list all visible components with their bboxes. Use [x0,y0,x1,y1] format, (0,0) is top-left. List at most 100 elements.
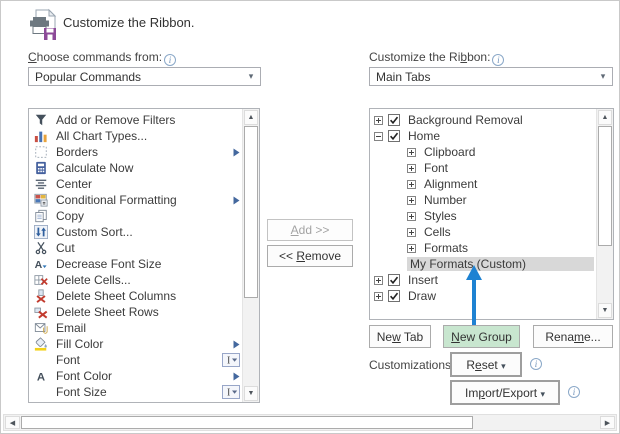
add-button[interactable]: Add >> [267,219,353,241]
expand-plus-icon[interactable] [374,292,383,301]
email-icon [33,321,49,335]
expand-plus-icon[interactable] [407,164,416,173]
command-list-item[interactable]: Delete Cells... [29,272,242,288]
customize-ribbon-dropdown[interactable]: Main Tabs ▾ [369,67,613,86]
command-list-item[interactable]: Delete Sheet Columns [29,288,242,304]
checkbox[interactable] [388,114,400,126]
command-list-item[interactable]: Add or Remove Filters [29,112,242,128]
scrollbar-thumb[interactable] [598,126,612,246]
command-list-item[interactable]: Center [29,176,242,192]
expand-plus-icon[interactable] [374,276,383,285]
info-icon[interactable]: i [164,54,176,66]
expand-plus-icon[interactable] [374,116,383,125]
checkbox[interactable] [388,290,400,302]
commands-scrollbar[interactable]: ▲ ▼ [242,109,259,402]
command-list-item[interactable]: Email [29,320,242,336]
command-list-item[interactable]: Fill Color [29,336,242,352]
command-label: Custom Sort... [56,225,242,239]
commands-listbox: Add or Remove FiltersAll Chart Types...B… [28,108,260,403]
combo-box-icon[interactable]: I [222,353,240,367]
tree-item[interactable]: Draw [370,288,596,304]
expand-plus-icon[interactable] [407,228,416,237]
info-icon[interactable]: i [492,54,504,66]
expand-plus-icon[interactable] [407,180,416,189]
borders-icon [33,145,49,159]
remove-button[interactable]: << Remove [267,245,353,267]
command-list-item[interactable]: Conditional Formatting [29,192,242,208]
command-label: Cut [56,241,242,255]
tree-item-label: Font [421,161,451,175]
import-export-button[interactable]: Import/Export ▾ [450,380,560,405]
submenu-arrow-icon [233,148,240,157]
combo-box-icon[interactable]: I [222,385,240,399]
expand-plus-icon[interactable] [407,244,416,253]
tree-item-label: Background Removal [405,113,526,127]
info-icon[interactable]: i [530,358,542,370]
scroll-right-icon[interactable]: ▶ [600,416,615,429]
horizontal-scrollbar[interactable]: ◀ ▶ [3,414,617,431]
command-list-item[interactable]: AFont Color [29,368,242,384]
command-list-item[interactable]: A Decrease Font Size [29,256,242,272]
scroll-up-icon[interactable]: ▲ [244,110,258,125]
rename-button[interactable]: Rename... [533,325,613,348]
command-list-item[interactable]: Borders [29,144,242,160]
command-label: Copy [56,209,242,223]
tree-item-label: Styles [421,209,460,223]
tree-item[interactable]: Clipboard [370,144,596,160]
scroll-down-icon[interactable]: ▼ [598,303,612,318]
tree-item[interactable]: Styles [370,208,596,224]
command-label: Font [56,353,222,367]
cut-icon [33,241,49,255]
tree-item[interactable]: Cells [370,224,596,240]
chevron-down-icon: ▾ [242,71,260,82]
scroll-down-icon[interactable]: ▼ [244,386,258,401]
command-list-item[interactable]: All Chart Types... [29,128,242,144]
chevron-down-icon: ▾ [594,71,612,82]
checkbox[interactable] [388,130,400,142]
command-list-item[interactable]: Calculate Now [29,160,242,176]
svg-text:A: A [37,371,45,383]
info-icon[interactable]: i [568,386,580,398]
tree-item[interactable]: Alignment [370,176,596,192]
command-list-item[interactable]: Delete Sheet Rows [29,304,242,320]
command-label: Decrease Font Size [56,257,242,271]
command-list-item[interactable]: Cut [29,240,242,256]
submenu-arrow-icon [233,372,240,381]
choose-commands-label: Choose commands from:i [28,50,176,66]
checkbox[interactable] [388,274,400,286]
reset-button[interactable]: Reset ▾ [450,352,522,377]
tree-item[interactable]: Formats [370,240,596,256]
tree-item[interactable]: My Formats (Custom) [370,256,596,272]
submenu-arrow-icon [233,196,240,205]
tree-item[interactable]: Number [370,192,596,208]
tree-scrollbar[interactable]: ▲ ▼ [596,109,613,319]
command-label: Borders [56,145,233,159]
tree-item[interactable]: Insert [370,272,596,288]
command-list-item[interactable]: FontI [29,352,242,368]
collapse-minus-icon[interactable] [374,132,383,141]
tree-item[interactable]: Background Removal [370,112,596,128]
tree-item[interactable]: Font [370,160,596,176]
expand-plus-icon[interactable] [407,196,416,205]
decrease-font-icon: A [33,257,49,271]
ribbon-customize-icon [25,7,59,41]
expand-plus-icon[interactable] [407,212,416,221]
customizations-label: Customizations: [369,358,454,372]
scroll-up-icon[interactable]: ▲ [598,110,612,125]
scrollbar-thumb[interactable] [244,126,258,298]
command-list-item[interactable]: Font SizeI [29,384,242,400]
dialog-title: Customize the Ribbon. [63,15,195,30]
new-group-button[interactable]: New Group [443,325,520,348]
none-icon [33,385,49,399]
scrollbar-thumb[interactable] [21,416,473,429]
command-list-item[interactable]: Custom Sort... [29,224,242,240]
expand-plus-icon[interactable] [407,148,416,157]
tree-item-label: Number [421,193,470,207]
command-list-item[interactable]: Copy [29,208,242,224]
scroll-left-icon[interactable]: ◀ [5,416,20,429]
tree-item[interactable]: Home [370,128,596,144]
tree-item-label: My Formats (Custom) [407,257,594,271]
new-tab-button[interactable]: New Tab [369,325,431,348]
ribbon-tree: Background RemovalHomeClipboardFontAlign… [369,108,614,320]
choose-commands-dropdown[interactable]: Popular Commands ▾ [28,67,261,86]
